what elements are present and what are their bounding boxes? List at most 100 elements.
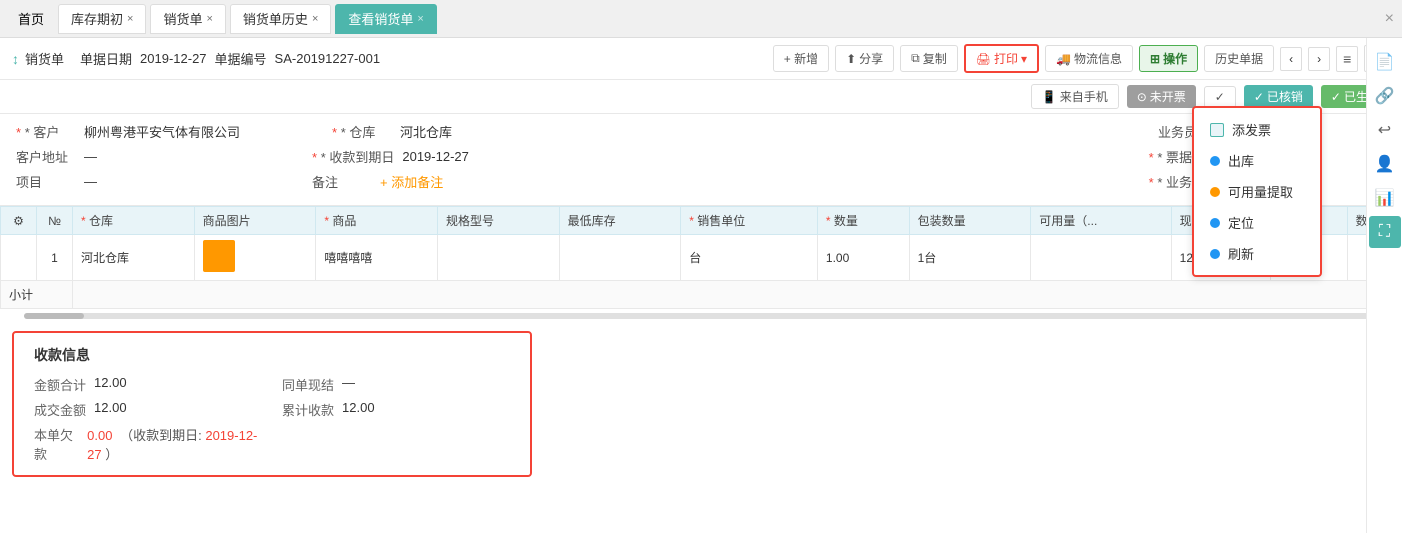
logistics-button[interactable]: 🚚 物流信息 xyxy=(1045,45,1133,72)
tab-sales[interactable]: 销货单 × xyxy=(150,4,225,34)
print-label: 打印 xyxy=(994,50,1018,67)
date-value: 2019-12-27 xyxy=(140,51,207,66)
close-view-sales-tab[interactable]: × xyxy=(417,13,423,25)
tab-sales-history[interactable]: 销货单历史 × xyxy=(230,4,331,34)
copy-button[interactable]: ⧉ 复制 xyxy=(900,45,958,72)
amount-total-value: 12.00 xyxy=(94,375,127,394)
print-button[interactable]: 🖨 打印 ▾ xyxy=(964,44,1039,73)
row-num: 1 xyxy=(37,235,73,281)
cumulative-payment-item: 累计收款 12.00 xyxy=(282,400,510,419)
close-sales-history-tab[interactable]: × xyxy=(312,13,318,25)
col-num: № xyxy=(37,207,73,235)
locate-label: 定位 xyxy=(1228,213,1254,232)
tab-view-sales-label: 查看销货单 xyxy=(348,9,413,28)
col-spec: 规格型号 xyxy=(437,207,559,235)
not-open-label: 未开票 xyxy=(1150,88,1186,105)
sidebar-chart-icon[interactable]: 📊 xyxy=(1369,182,1401,214)
payment-date-label: * * 收款到期日 xyxy=(312,147,394,166)
doc-title: ↕ 销货单 xyxy=(12,49,64,68)
not-open-button[interactable]: ⊙ 未开票 xyxy=(1127,85,1196,108)
add-note-button[interactable]: 添加备注 xyxy=(380,172,443,191)
product-image xyxy=(203,240,235,272)
sidebar-doc-icon[interactable]: 📄 xyxy=(1369,46,1401,78)
add-button[interactable]: + 新增 xyxy=(773,45,829,72)
close-sales-tab[interactable]: × xyxy=(206,13,212,25)
right-sidebar: 📄 🔗 ↩ 👤 📊 ⛶ xyxy=(1366,38,1402,533)
form-row-3: 项目 — 备注 添加备注 * * 业务员盂 — xyxy=(16,172,1386,191)
subtotal-value xyxy=(73,281,1402,309)
refresh-dot xyxy=(1210,249,1220,259)
row-product: 嘻嘻嘻嘻 xyxy=(316,235,438,281)
logistics-icon: 🚚 xyxy=(1056,52,1071,66)
horizontal-scrollbar[interactable] xyxy=(24,313,1378,319)
address-label: 客户地址 xyxy=(16,147,76,166)
row-unit: 台 xyxy=(681,235,818,281)
dropdown-item-add-invoice[interactable]: 添发票 xyxy=(1194,114,1320,145)
sidebar-expand-icon[interactable]: ⛶ xyxy=(1369,216,1401,248)
tab-inventory[interactable]: 库存期初 × xyxy=(58,4,146,34)
close-window[interactable]: × xyxy=(1385,10,1394,28)
due-date-close: ） xyxy=(105,447,118,462)
date-label: 单据日期 xyxy=(80,49,132,68)
scroll-thumb xyxy=(24,313,84,319)
check-icon: ✓ xyxy=(1215,90,1225,104)
add-invoice-label: 添发票 xyxy=(1232,120,1271,139)
sidebar-link-icon[interactable]: 🔗 xyxy=(1369,80,1401,112)
logistics-label: 物流信息 xyxy=(1074,50,1122,67)
subtotal-row: 小计 xyxy=(1,281,1402,309)
due-date-info: （收款到期日: xyxy=(120,428,205,443)
close-inventory-tab[interactable]: × xyxy=(127,13,133,25)
deal-amount-value: 12.00 xyxy=(94,400,127,419)
prev-button[interactable]: ‹ xyxy=(1280,47,1302,71)
check-button[interactable]: ✓ xyxy=(1204,86,1236,108)
operate-icon: ⊞ xyxy=(1150,52,1160,66)
customer-label: * * 客户 xyxy=(16,122,76,141)
row-product-img xyxy=(194,235,316,281)
deal-amount-label: 成交金额 xyxy=(34,400,86,419)
project-label: 项目 xyxy=(16,172,76,191)
dropdown-item-outbound[interactable]: 出库 xyxy=(1194,145,1320,176)
next-button[interactable]: › xyxy=(1308,47,1330,71)
dropdown-item-available[interactable]: 可用量提取 xyxy=(1194,176,1320,207)
effective-icon: ✓ xyxy=(1331,90,1341,104)
copy-label: 复制 xyxy=(923,50,947,67)
locate-dot xyxy=(1210,218,1220,228)
operate-button[interactable]: ⊞ 操作 xyxy=(1139,45,1198,72)
tab-home[interactable]: 首页 xyxy=(8,9,54,28)
col-gear: ⚙ xyxy=(1,207,37,235)
col-available: 可用量（... xyxy=(1031,207,1171,235)
share-button[interactable]: ⬆ 分享 xyxy=(835,45,894,72)
tab-view-sales[interactable]: 查看销货单 × xyxy=(335,4,436,34)
sidebar-undo-icon[interactable]: ↩ xyxy=(1369,114,1401,146)
from-phone-label: 来自手机 xyxy=(1060,88,1108,105)
list-view-button[interactable]: ≡ xyxy=(1336,46,1358,72)
dropdown-item-locate[interactable]: 定位 xyxy=(1194,207,1320,238)
summary-box: 收款信息 金额合计 12.00 同单现结 — 成交金额 12.00 累计收款 1… xyxy=(12,331,532,477)
from-phone-button[interactable]: 📱 来自手机 xyxy=(1031,84,1119,109)
project-value: — xyxy=(84,174,244,189)
summary-grid: 金额合计 12.00 同单现结 — 成交金额 12.00 累计收款 12.00 … xyxy=(34,375,510,463)
cumulative-payment-label: 累计收款 xyxy=(282,400,334,419)
dropdown-item-refresh[interactable]: 刷新 xyxy=(1194,238,1320,269)
already-voided-button[interactable]: ✓ 已核销 xyxy=(1244,85,1313,108)
history-button[interactable]: 历史单据 xyxy=(1204,45,1274,72)
row-pkg-qty: 1台 xyxy=(909,235,1031,281)
col-product-img: 商品图片 xyxy=(194,207,316,235)
tab-sales-history-label: 销货单历史 xyxy=(243,9,308,28)
number-value: SA-20191227-001 xyxy=(275,51,381,66)
deal-amount-item: 成交金额 12.00 xyxy=(34,400,262,419)
doc-header: ↕ 销货单 单据日期 2019-12-27 单据编号 SA-20191227-0… xyxy=(0,38,1402,80)
row-settings xyxy=(1,235,37,281)
summary-title: 收款信息 xyxy=(34,345,510,365)
form-row-1: * * 客户 柳州粤港平安气体有限公司 * * 仓库 河北仓库 业务员 演示账号 xyxy=(16,122,1386,141)
sidebar-user-icon[interactable]: 👤 xyxy=(1369,148,1401,180)
history-label: 历史单据 xyxy=(1215,50,1263,67)
operations-dropdown: 添发票 出库 可用量提取 定位 刷新 xyxy=(1192,106,1322,277)
main-area: ↕ 销货单 单据日期 2019-12-27 单据编号 SA-20191227-0… xyxy=(0,38,1402,533)
payment-date-value: 2019-12-27 xyxy=(402,149,562,164)
refresh-label: 刷新 xyxy=(1228,244,1254,263)
col-product: * 商品 xyxy=(316,207,438,235)
toolbar: + 新增 ⬆ 分享 ⧉ 复制 🖨 打印 ▾ 🚚 物流信息 xyxy=(773,44,1390,73)
share-icon: ⬆ xyxy=(846,52,856,66)
address-value: — xyxy=(84,149,244,164)
